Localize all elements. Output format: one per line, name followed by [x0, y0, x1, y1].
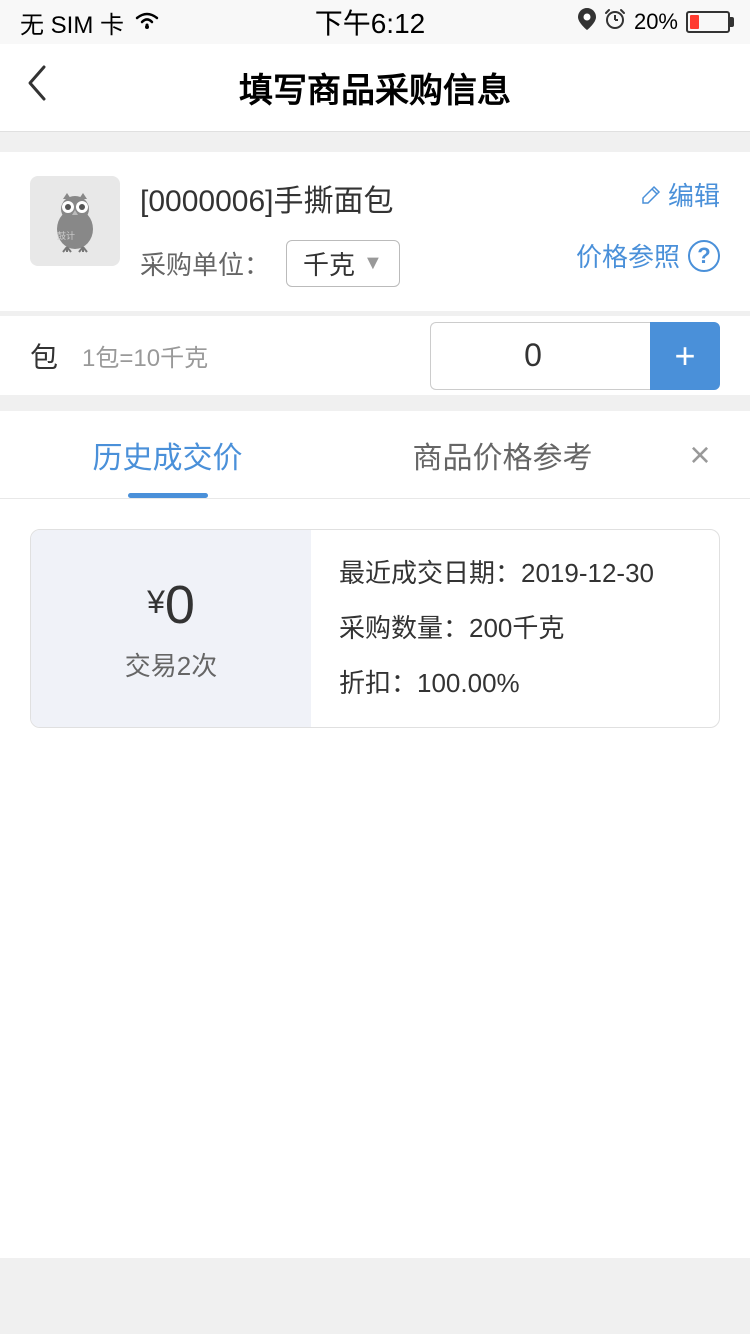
history-section: ¥0 交易2次 最近成交日期：2019-12-30 采购数量：200千克 折扣：…: [0, 499, 750, 758]
page-rest: [0, 758, 750, 1258]
unit-selector[interactable]: 千克 ▼: [286, 240, 400, 287]
product-right: 编辑 价格参照 ?: [576, 176, 720, 274]
discount-row: 折扣：100.00%: [339, 664, 691, 703]
qty-input-wrap: +: [228, 322, 720, 390]
tabs-bar: 历史成交价 商品价格参考 ×: [0, 411, 750, 499]
history-detail-panel: 最近成交日期：2019-12-30 采购数量：200千克 折扣：100.00%: [311, 530, 719, 727]
qty-unit-label: 包: [30, 336, 58, 376]
unit-value: 千克: [303, 245, 355, 282]
price-ref-button[interactable]: 价格参照 ?: [576, 237, 720, 274]
close-icon: ×: [689, 434, 710, 476]
unit-arrow-icon: ▼: [363, 252, 383, 275]
price-value: 0: [165, 575, 195, 635]
back-button[interactable]: [24, 63, 48, 112]
status-right: 20%: [578, 8, 730, 36]
unit-label: 采购单位：: [140, 245, 270, 282]
product-image: 鼓计: [40, 186, 110, 256]
page-title: 填写商品采购信息: [239, 63, 511, 112]
edit-button[interactable]: 编辑: [640, 176, 720, 213]
status-left: 无 SIM 卡: [20, 5, 162, 40]
tab-close-button[interactable]: ×: [670, 434, 750, 476]
status-bar: 无 SIM 卡 下午6:12: [0, 0, 750, 44]
product-thumbnail: 鼓计: [30, 176, 120, 266]
latest-date-row: 最近成交日期：2019-12-30: [339, 554, 691, 593]
tab-history-label: 历史成交价: [93, 433, 243, 477]
discount-value: 100.00%: [417, 668, 520, 698]
tab-active-indicator: [128, 493, 208, 498]
tab-product-price-ref[interactable]: 商品价格参考: [335, 411, 670, 498]
alarm-icon: [604, 8, 626, 36]
product-card: 鼓计 [0000006]手撕面包 采购单位： 千克 ▼: [0, 152, 750, 311]
svg-text:鼓计: 鼓计: [57, 230, 75, 241]
quantity-row: 包 1包=10千克 +: [0, 315, 750, 395]
tab-history-price[interactable]: 历史成交价: [0, 411, 335, 498]
purchase-qty-label: 采购数量：: [339, 613, 469, 643]
battery-percent: 20%: [634, 9, 678, 35]
purchase-qty-value: 200千克: [469, 613, 564, 643]
trade-count: 交易2次: [125, 646, 217, 683]
discount-label: 折扣：: [339, 668, 417, 698]
wifi-icon: [132, 8, 162, 37]
edit-label: 编辑: [668, 176, 720, 213]
history-price-panel: ¥0 交易2次: [31, 530, 311, 727]
tab-price-ref-label: 商品价格参考: [413, 433, 593, 477]
product-name: [0000006]手撕面包: [140, 176, 400, 220]
price-symbol: ¥: [147, 584, 165, 620]
location-icon: [578, 8, 596, 36]
quantity-plus-button[interactable]: +: [650, 322, 720, 390]
latest-date-value: 2019-12-30: [521, 558, 654, 588]
quantity-input[interactable]: [430, 322, 650, 390]
price-ref-help-icon: ?: [688, 240, 720, 272]
carrier-text: 无 SIM 卡: [20, 5, 124, 40]
nav-bar: 填写商品采购信息: [0, 44, 750, 132]
product-unit-row: 采购单位： 千克 ▼: [140, 240, 400, 287]
qty-unit-note: 1包=10千克: [82, 338, 208, 373]
product-info: [0000006]手撕面包 采购单位： 千克 ▼: [140, 176, 400, 287]
purchase-qty-row: 采购数量：200千克: [339, 609, 691, 648]
latest-date-label: 最近成交日期：: [339, 558, 521, 588]
history-price-amount: ¥0: [147, 574, 195, 636]
section-divider: [0, 395, 750, 411]
battery-icon: [686, 11, 730, 33]
status-time: 下午6:12: [315, 2, 426, 42]
price-ref-label: 价格参照: [576, 237, 680, 274]
history-card: ¥0 交易2次 最近成交日期：2019-12-30 采购数量：200千克 折扣：…: [30, 529, 720, 728]
